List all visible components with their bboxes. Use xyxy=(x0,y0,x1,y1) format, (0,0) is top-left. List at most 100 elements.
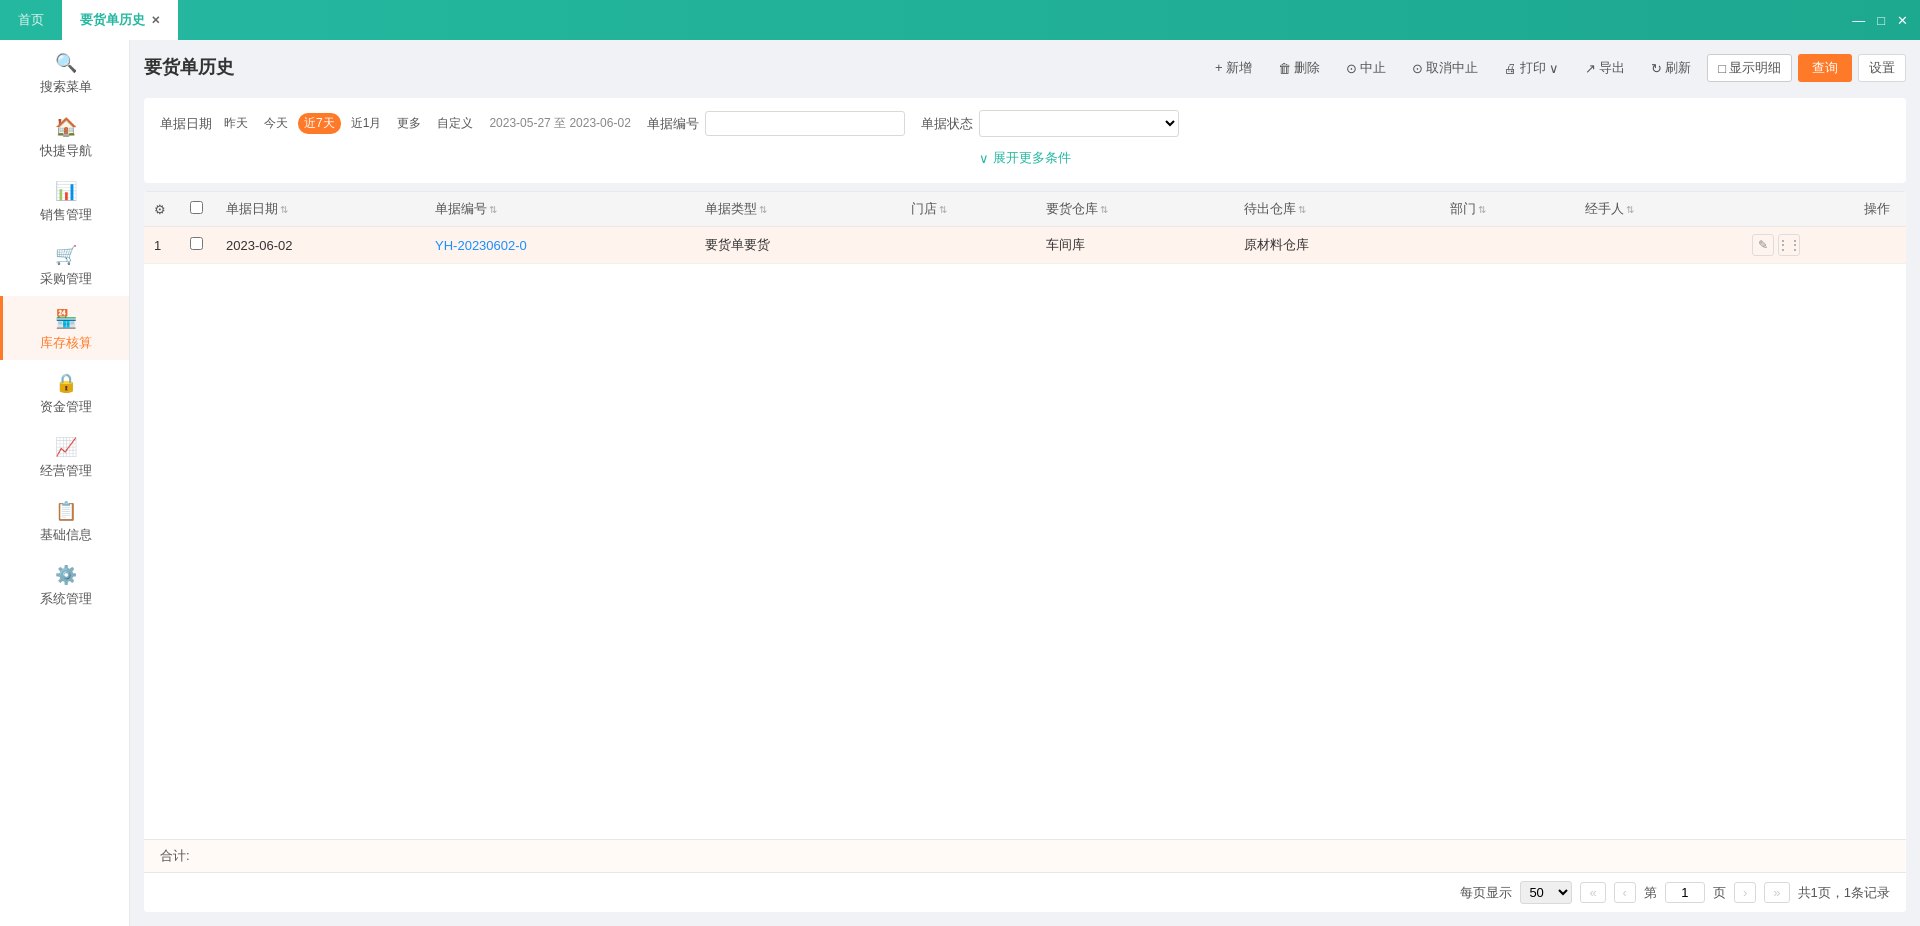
expand-more-button[interactable]: ∨ 展开更多条件 xyxy=(160,145,1890,171)
filter-item-date: 单据日期 昨天 今天 近7天 近1月 更多 自定义 2023-05-27 至 2… xyxy=(160,113,631,134)
th-doc-number[interactable]: 单据编号⇅ xyxy=(425,192,695,227)
th-settings[interactable]: ⚙ xyxy=(144,192,180,227)
cancel-suspend-icon: ⊙ xyxy=(1412,61,1423,76)
close-tab-icon[interactable]: ✕ xyxy=(151,14,160,27)
filter-item-docnumber: 单据编号 xyxy=(647,111,905,136)
sales-mgmt-icon: 📊 xyxy=(55,180,77,202)
date-range-text: 2023-05-27 至 2023-06-02 xyxy=(489,115,630,132)
row-more-icon[interactable]: ⋮⋮ xyxy=(1778,234,1800,256)
new-button[interactable]: + 新增 xyxy=(1205,55,1262,81)
per-page-select[interactable]: 50 20 100 xyxy=(1520,881,1572,904)
filter-item-docstatus: 单据状态 xyxy=(921,110,1179,137)
search-menu-icon: 🔍 xyxy=(55,52,77,74)
display-detail-button[interactable]: □ 显示明细 xyxy=(1707,54,1792,82)
next-page-button[interactable]: › xyxy=(1734,882,1756,903)
tab-requisition-history[interactable]: 要货单历史 ✕ xyxy=(62,0,178,40)
per-page-label: 每页显示 xyxy=(1460,884,1512,902)
system-mgmt-icon: ⚙️ xyxy=(55,564,77,586)
suspend-icon: ⊙ xyxy=(1346,61,1357,76)
page-number-input[interactable] xyxy=(1665,882,1705,903)
date-shortcuts: 昨天 今天 近7天 近1月 更多 自定义 xyxy=(218,113,479,134)
row-handler xyxy=(1575,227,1742,264)
cancel-suspend-button[interactable]: ⊙ 取消中止 xyxy=(1402,55,1488,81)
sidebar-item-purchase-mgmt[interactable]: 🛒 采购管理 xyxy=(0,232,129,296)
table-row: 1 2023-06-02 YH-20230602-0 要货单要货 车间库 xyxy=(144,227,1906,264)
delete-icon: 🗑 xyxy=(1278,61,1291,76)
sort-doc-type-icon: ⇅ xyxy=(759,204,767,215)
shortcut-more[interactable]: 更多 xyxy=(391,113,427,134)
settings-button[interactable]: 设置 xyxy=(1858,54,1906,82)
export-button[interactable]: ↗ 导出 xyxy=(1575,55,1635,81)
th-handler[interactable]: 经手人⇅ xyxy=(1575,192,1742,227)
sidebar-item-finance-mgmt[interactable]: 🔒 资金管理 xyxy=(0,360,129,424)
prev-page-button[interactable]: ‹ xyxy=(1614,882,1636,903)
doc-number-link[interactable]: YH-20230602-0 xyxy=(435,238,527,253)
minimize-icon[interactable]: — xyxy=(1852,13,1865,28)
row-edit-icon[interactable]: ✎ xyxy=(1752,234,1774,256)
page-label: 第 xyxy=(1644,884,1657,902)
row-store xyxy=(901,227,1036,264)
sidebar: 🔍 搜索菜单 🏠 快捷导航 📊 销售管理 🛒 采购管理 🏪 库存核算 🔒 资金管… xyxy=(0,40,130,926)
shortcut-today[interactable]: 今天 xyxy=(258,113,294,134)
sort-department-icon: ⇅ xyxy=(1478,204,1486,215)
docnumber-filter-label: 单据编号 xyxy=(647,115,699,133)
row-select-checkbox[interactable] xyxy=(190,237,203,250)
th-doc-type[interactable]: 单据类型⇅ xyxy=(695,192,900,227)
th-department[interactable]: 部门⇅ xyxy=(1440,192,1575,227)
operations-mgmt-icon: 📈 xyxy=(55,436,77,458)
row-pending-warehouse: 原材料仓库 xyxy=(1234,227,1439,264)
close-window-icon[interactable]: ✕ xyxy=(1897,13,1908,28)
content-area: 要货单历史 + 新增 🗑 删除 ⊙ 中止 ⊙ 取消中止 🖨 xyxy=(130,40,1920,926)
basic-info-icon: 📋 xyxy=(55,500,77,522)
shortcut-7days[interactable]: 近7天 xyxy=(298,113,341,134)
top-bar-right: — □ ✕ xyxy=(1852,13,1920,28)
data-table: ⚙ 单据日期⇅ 单据编号⇅ 单据类型⇅ xyxy=(144,191,1906,264)
expand-more-icon: ∨ xyxy=(979,151,989,166)
shortcut-yesterday[interactable]: 昨天 xyxy=(218,113,254,134)
row-department xyxy=(1440,227,1575,264)
sidebar-item-system-mgmt[interactable]: ⚙️ 系统管理 xyxy=(0,552,129,616)
delete-button[interactable]: 🗑 删除 xyxy=(1268,55,1330,81)
sidebar-item-operations-mgmt[interactable]: 📈 经营管理 xyxy=(0,424,129,488)
docnumber-input[interactable] xyxy=(705,111,905,136)
refresh-button[interactable]: ↻ 刷新 xyxy=(1641,55,1701,81)
table-container: ⚙ 单据日期⇅ 单据编号⇅ 单据类型⇅ xyxy=(144,191,1906,912)
sidebar-item-inventory[interactable]: 🏪 库存核算 xyxy=(0,296,129,360)
maximize-icon[interactable]: □ xyxy=(1877,13,1885,28)
inventory-icon: 🏪 xyxy=(55,308,77,330)
shortcut-custom[interactable]: 自定义 xyxy=(431,113,479,134)
last-page-button[interactable]: » xyxy=(1764,882,1789,903)
select-all-checkbox[interactable] xyxy=(190,201,203,214)
th-store[interactable]: 门店⇅ xyxy=(901,192,1036,227)
top-bar: 首页 要货单历史 ✕ — □ ✕ xyxy=(0,0,1920,40)
page-title: 要货单历史 xyxy=(144,55,234,79)
main-layout: 🔍 搜索菜单 🏠 快捷导航 📊 销售管理 🛒 采购管理 🏪 库存核算 🔒 资金管… xyxy=(0,40,1920,926)
sidebar-item-quick-nav[interactable]: 🏠 快捷导航 xyxy=(0,104,129,168)
print-icon: 🖨 xyxy=(1504,61,1517,76)
first-page-button[interactable]: « xyxy=(1580,882,1605,903)
sidebar-item-search-menu[interactable]: 🔍 搜索菜单 xyxy=(0,40,129,104)
query-button[interactable]: 查询 xyxy=(1798,54,1852,82)
suspend-button[interactable]: ⊙ 中止 xyxy=(1336,55,1396,81)
filter-row-1: 单据日期 昨天 今天 近7天 近1月 更多 自定义 2023-05-27 至 2… xyxy=(160,110,1890,137)
pagination-bar: 每页显示 50 20 100 « ‹ 第 页 › » 共1页，1条记录 xyxy=(144,872,1906,912)
purchase-mgmt-icon: 🛒 xyxy=(55,244,77,266)
sidebar-item-basic-info[interactable]: 📋 基础信息 xyxy=(0,488,129,552)
th-operations: 操作 xyxy=(1742,192,1906,227)
table-footer: 合计: xyxy=(144,839,1906,872)
sort-handler-icon: ⇅ xyxy=(1626,204,1634,215)
row-doc-type: 要货单要货 xyxy=(695,227,900,264)
th-pending-warehouse[interactable]: 待出仓库⇅ xyxy=(1234,192,1439,227)
print-button[interactable]: 🖨 打印 ∨ xyxy=(1494,55,1569,81)
tab-home[interactable]: 首页 xyxy=(0,0,62,40)
shortcut-1month[interactable]: 近1月 xyxy=(345,113,388,134)
th-req-warehouse[interactable]: 要货仓库⇅ xyxy=(1036,192,1234,227)
row-doc-number: YH-20230602-0 xyxy=(425,227,695,264)
row-doc-date: 2023-06-02 xyxy=(216,227,425,264)
finance-mgmt-icon: 🔒 xyxy=(55,372,77,394)
th-doc-date[interactable]: 单据日期⇅ xyxy=(216,192,425,227)
docstatus-select[interactable] xyxy=(979,110,1179,137)
row-operations: ✎ ⋮⋮ xyxy=(1742,227,1906,264)
sidebar-item-sales-mgmt[interactable]: 📊 销售管理 xyxy=(0,168,129,232)
docstatus-filter-label: 单据状态 xyxy=(921,115,973,133)
